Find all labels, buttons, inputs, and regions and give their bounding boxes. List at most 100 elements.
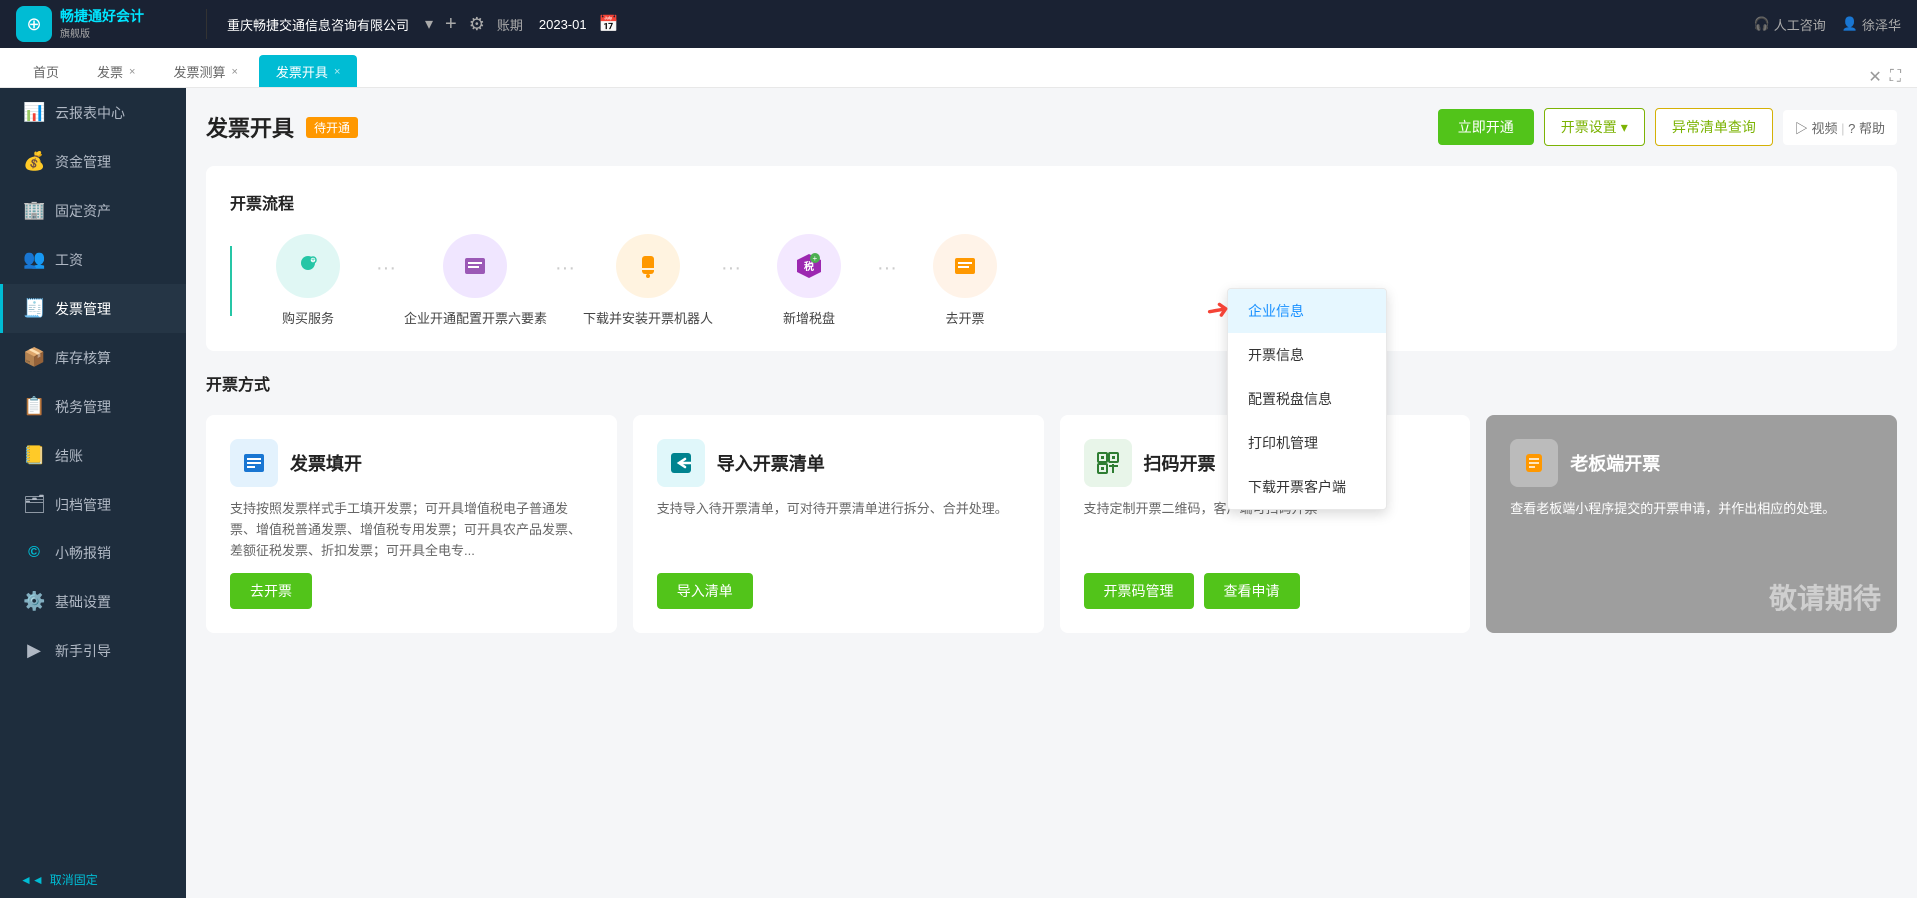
flow-arrow-1: ··· — [376, 257, 396, 304]
tab-invoice-calc[interactable]: 发票测算 × — [156, 55, 254, 87]
maximize-icon[interactable]: ⛶ — [1890, 68, 1901, 86]
method-boss-desc: 查看老板端小程序提交的开票申请，并作出相应的处理。 — [1510, 499, 1873, 520]
tab-invoice-issue[interactable]: 发票开具 × — [259, 55, 357, 87]
user-icon: 👤 — [1842, 16, 1858, 32]
settings-button[interactable]: 开票设置 ▾ — [1544, 108, 1645, 146]
flow-arrow-3: ··· — [721, 257, 741, 304]
add-company-icon[interactable]: + — [445, 13, 457, 36]
dropdown-item-tax-config[interactable]: 配置税盘信息 — [1228, 377, 1386, 421]
flow-step-5: 去开票 — [905, 234, 1025, 327]
method-import-header: 导入开票清单 — [657, 439, 1020, 487]
tab-invoice-close[interactable]: × — [129, 66, 135, 78]
sidebar-item-settle[interactable]: 📒 结账 — [0, 431, 186, 480]
flow-icon-5 — [933, 234, 997, 298]
sidebar-label-cloud-report: 云报表中心 — [55, 103, 125, 123]
flow-label-4: 新增税盘 — [783, 308, 835, 327]
sidebar-item-tax-mgmt[interactable]: 📋 税务管理 — [0, 382, 186, 431]
fixed-assets-icon: 🏢 — [23, 200, 45, 221]
dropdown-item-company-info[interactable]: 企业信息 — [1228, 289, 1386, 333]
tab-bar: 首页 发票 × 发票测算 × 发票开具 × ✕ ⛶ — [0, 48, 1917, 88]
sidebar-label-settle: 结账 — [55, 446, 83, 466]
close-tab-icon[interactable]: ✕ — [1868, 67, 1881, 87]
logo-text: 畅捷通好会计 — [60, 8, 144, 25]
sidebar-label-archive: 归档管理 — [55, 495, 111, 515]
fund-mgmt-icon: 💰 — [23, 151, 45, 172]
method-fill-footer: 去开票 — [230, 573, 593, 609]
flow-step-4: 税+ 新增税盘 — [749, 234, 869, 327]
method-scan-name: 扫码开票 — [1144, 450, 1216, 476]
method-scan-footer: 开票码管理 查看申请 — [1084, 573, 1447, 609]
content-area: 发票开具 待开通 立即开通 开票设置 ▾ 异常清单查询 ▷ 视频 | ? 帮助 — [186, 88, 1917, 898]
tab-invoice-calc-close[interactable]: × — [231, 66, 237, 78]
sidebar-label-inventory: 库存核算 — [55, 348, 111, 368]
exception-list-button[interactable]: 异常清单查询 — [1655, 108, 1773, 146]
qr-manage-button[interactable]: 开票码管理 — [1084, 573, 1194, 609]
main-layout: 📊 云报表中心 💰 资金管理 🏢 固定资产 👥 工资 🧾 发票管理 📦 库存核算… — [0, 88, 1917, 898]
tax-mgmt-icon: 📋 — [23, 396, 45, 417]
flow-arrow-2: ··· — [555, 257, 575, 304]
sidebar-item-archive[interactable]: 🗂 归档管理 — [0, 480, 186, 529]
flow-icon-4: 税+ — [777, 234, 841, 298]
settings-sidebar-icon: ⚙️ — [23, 591, 45, 612]
methods-grid: 发票填开 支持按照发票样式手工填开发票；可开具增值税电子普通发票、增值税普通发票… — [206, 415, 1897, 633]
sidebar-item-fund-mgmt[interactable]: 💰 资金管理 — [0, 137, 186, 186]
sidebar-item-cloud-report[interactable]: 📊 云报表中心 — [0, 88, 186, 137]
status-badge: 待开通 — [306, 117, 358, 138]
tab-invoice[interactable]: 发票 × — [80, 55, 152, 87]
sidebar-item-fixed-assets[interactable]: 🏢 固定资产 — [0, 186, 186, 235]
cloud-report-icon: 📊 — [23, 102, 45, 123]
question-icon: ? — [1848, 121, 1855, 136]
dropdown-item-download-client[interactable]: 下载开票客户端 — [1228, 465, 1386, 509]
tab-home[interactable]: 首页 — [16, 55, 76, 87]
play-icon: ▷ — [1795, 121, 1808, 136]
sidebar-item-payroll[interactable]: 👥 工资 — [0, 235, 186, 284]
guide-icon: ▶ — [23, 640, 45, 661]
sidebar: 📊 云报表中心 💰 资金管理 🏢 固定资产 👥 工资 🧾 发票管理 📦 库存核算… — [0, 88, 186, 898]
tab-invoice-issue-close[interactable]: × — [334, 66, 340, 78]
sidebar-label-guide: 新手引导 — [55, 641, 111, 661]
video-button[interactable]: ▷ 视频 | ? 帮助 — [1783, 110, 1897, 145]
sidebar-item-guide[interactable]: ▶ 新手引导 — [0, 626, 186, 675]
sidebar-label-report: 小畅报销 — [55, 543, 111, 563]
period-value: 2023-01 — [539, 17, 587, 32]
settings-dropdown-menu: 企业信息 开票信息 配置税盘信息 打印机管理 下载开票客户端 — [1227, 288, 1387, 510]
sidebar-item-invoice-mgmt[interactable]: 🧾 发票管理 — [0, 284, 186, 333]
flow-label-2: 企业开通配置开票六要素 — [404, 308, 547, 327]
activate-button[interactable]: 立即开通 — [1438, 109, 1534, 145]
flow-steps: + 购买服务 ··· 企业开通配置开票六要素 ··· 下载并安装开票机器人 — [230, 234, 1873, 327]
flow-step-divider — [230, 246, 232, 316]
method-fill-desc: 支持按照发票样式手工填开发票；可开具增值税电子普通发票、增值税普通发票、增值税专… — [230, 499, 593, 561]
collapse-icon: ◄◄ — [20, 873, 44, 887]
settings-icon[interactable]: ⚙ — [469, 14, 485, 35]
tab-home-label: 首页 — [33, 62, 59, 81]
user-area[interactable]: 👤 徐泽华 — [1842, 15, 1901, 34]
page-title: 发票开具 — [206, 111, 294, 143]
flow-icon-3 — [616, 234, 680, 298]
flow-icon-2 — [443, 234, 507, 298]
consult-button[interactable]: 🎧 人工咨询 — [1754, 15, 1826, 34]
archive-icon: 🗂 — [23, 494, 45, 515]
sidebar-item-settings[interactable]: ⚙️ 基础设置 — [0, 577, 186, 626]
calendar-icon[interactable]: 📅 — [599, 14, 619, 34]
boss-overlay-text: 敬请期待 — [1769, 577, 1881, 617]
red-arrow-indicator: ➜ — [1203, 291, 1232, 328]
tab-invoice-issue-label: 发票开具 — [276, 62, 328, 81]
settle-icon: 📒 — [23, 445, 45, 466]
company-dropdown-arrow[interactable]: ▾ — [425, 14, 433, 34]
inventory-icon: 📦 — [23, 347, 45, 368]
method-import-name: 导入开票清单 — [717, 450, 825, 476]
flow-icon-1: + — [276, 234, 340, 298]
dropdown-item-printer[interactable]: 打印机管理 — [1228, 421, 1386, 465]
dropdown-item-invoice-info[interactable]: 开票信息 — [1228, 333, 1386, 377]
method-boss-name: 老板端开票 — [1570, 450, 1660, 476]
method-fill-name: 发票填开 — [290, 450, 362, 476]
view-apply-button[interactable]: 查看申请 — [1204, 573, 1300, 609]
import-list-button[interactable]: 导入清单 — [657, 573, 753, 609]
tab-invoice-label: 发票 — [97, 62, 123, 81]
sidebar-item-inventory[interactable]: 📦 库存核算 — [0, 333, 186, 382]
go-invoice-button[interactable]: 去开票 — [230, 573, 312, 609]
flow-label-1: 购买服务 — [282, 308, 334, 327]
sidebar-label-fixed-assets: 固定资产 — [55, 201, 111, 221]
sidebar-collapse-btn[interactable]: ◄◄ 取消固定 — [0, 861, 186, 898]
sidebar-item-report[interactable]: © 小畅报销 — [0, 529, 186, 577]
